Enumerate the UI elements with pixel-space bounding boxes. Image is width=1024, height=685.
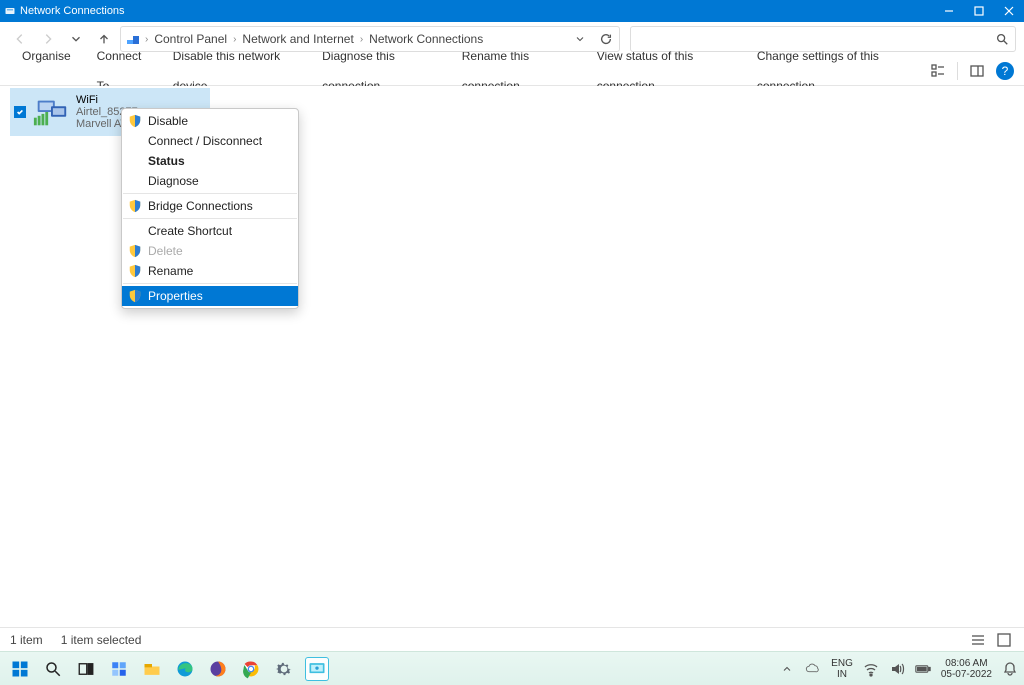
chevron-right-icon: ›	[360, 34, 363, 45]
menu-item-label: Diagnose	[148, 174, 199, 188]
maximize-button[interactable]	[964, 0, 994, 22]
taskbar-search-button[interactable]	[41, 657, 65, 681]
menu-separator	[123, 193, 297, 194]
lang-secondary: IN	[837, 669, 847, 680]
titlebar: Network Connections	[0, 0, 1024, 22]
details-view-button[interactable]	[968, 631, 988, 649]
taskbar: ENG IN 08:06 AM 05-07-2022	[0, 651, 1024, 685]
tray-time: 08:06 AM	[945, 658, 987, 669]
menu-item-label: Connect / Disconnect	[148, 134, 262, 148]
large-icons-view-button[interactable]	[994, 631, 1014, 649]
battery-icon[interactable]	[915, 661, 931, 677]
window-title: Network Connections	[20, 5, 125, 17]
breadcrumb-part[interactable]: Network and Internet	[240, 32, 355, 46]
app-icon	[0, 5, 20, 17]
onedrive-icon[interactable]	[805, 661, 821, 677]
help-button[interactable]: ?	[996, 62, 1014, 80]
command-bar: Organise Connect To Disable this network…	[0, 56, 1024, 86]
status-bar: 1 item 1 item selected	[0, 627, 1024, 651]
status-selected: 1 item selected	[61, 633, 142, 647]
system-tray: ENG IN 08:06 AM 05-07-2022	[779, 658, 1018, 680]
menu-item-create-shortcut[interactable]: Create Shortcut	[122, 221, 298, 241]
menu-item-label: Rename	[148, 264, 193, 278]
close-button[interactable]	[994, 0, 1024, 22]
menu-item-status[interactable]: Status	[122, 151, 298, 171]
wifi-icon[interactable]	[863, 661, 879, 677]
breadcrumb-part[interactable]: Control Panel	[152, 32, 229, 46]
menu-item-label: Bridge Connections	[148, 199, 253, 213]
menu-item-bridge-connections[interactable]: Bridge Connections	[122, 196, 298, 216]
menu-item-delete: Delete	[122, 241, 298, 261]
separator	[957, 62, 958, 80]
menu-item-rename[interactable]: Rename	[122, 261, 298, 281]
chrome-icon[interactable]	[239, 657, 263, 681]
address-dropdown[interactable]	[567, 27, 593, 51]
control-panel-icon[interactable]	[305, 657, 329, 681]
clock[interactable]: 08:06 AM 05-07-2022	[941, 658, 992, 680]
preview-pane-button[interactable]	[966, 60, 988, 82]
menu-separator	[123, 283, 297, 284]
location-icon	[125, 31, 141, 47]
menu-item-disable[interactable]: Disable	[122, 111, 298, 131]
menu-item-label: Delete	[148, 244, 183, 258]
adapter-checkbox[interactable]	[14, 106, 26, 118]
breadcrumb-part[interactable]: Network Connections	[367, 32, 485, 46]
widgets-button[interactable]	[107, 657, 131, 681]
network-adapter-icon	[32, 94, 70, 130]
context-menu: Disable Connect / Disconnect Status Diagnos…	[121, 108, 299, 309]
edge-icon[interactable]	[173, 657, 197, 681]
language-indicator[interactable]: ENG IN	[831, 658, 853, 680]
settings-icon[interactable]	[272, 657, 296, 681]
status-count: 1 item	[10, 633, 43, 647]
start-button[interactable]	[8, 657, 32, 681]
file-explorer-icon[interactable]	[140, 657, 164, 681]
menu-item-label: Properties	[148, 289, 203, 303]
notifications-icon[interactable]	[1002, 661, 1018, 677]
task-view-button[interactable]	[74, 657, 98, 681]
menu-item-diagnose[interactable]: Diagnose	[122, 171, 298, 191]
chevron-right-icon: ›	[145, 34, 148, 45]
volume-icon[interactable]	[889, 661, 905, 677]
menu-item-label: Create Shortcut	[148, 224, 232, 238]
menu-separator	[123, 218, 297, 219]
adapter-name: WiFi	[76, 94, 138, 106]
minimize-button[interactable]	[934, 0, 964, 22]
tray-date: 05-07-2022	[941, 669, 992, 680]
chevron-right-icon: ›	[233, 34, 236, 45]
view-options-button[interactable]	[927, 60, 949, 82]
menu-item-properties[interactable]: Properties	[122, 286, 298, 306]
tray-chevron-up-icon[interactable]	[779, 661, 795, 677]
menu-item-connect-disconnect[interactable]: Connect / Disconnect	[122, 131, 298, 151]
menu-item-label: Disable	[148, 114, 188, 128]
refresh-button[interactable]	[593, 27, 619, 51]
firefox-icon[interactable]	[206, 657, 230, 681]
lang-primary: ENG	[831, 658, 853, 669]
search-icon	[995, 32, 1009, 46]
address-bar[interactable]: › Control Panel › Network and Internet ›…	[120, 26, 620, 52]
menu-item-label: Status	[148, 154, 185, 168]
